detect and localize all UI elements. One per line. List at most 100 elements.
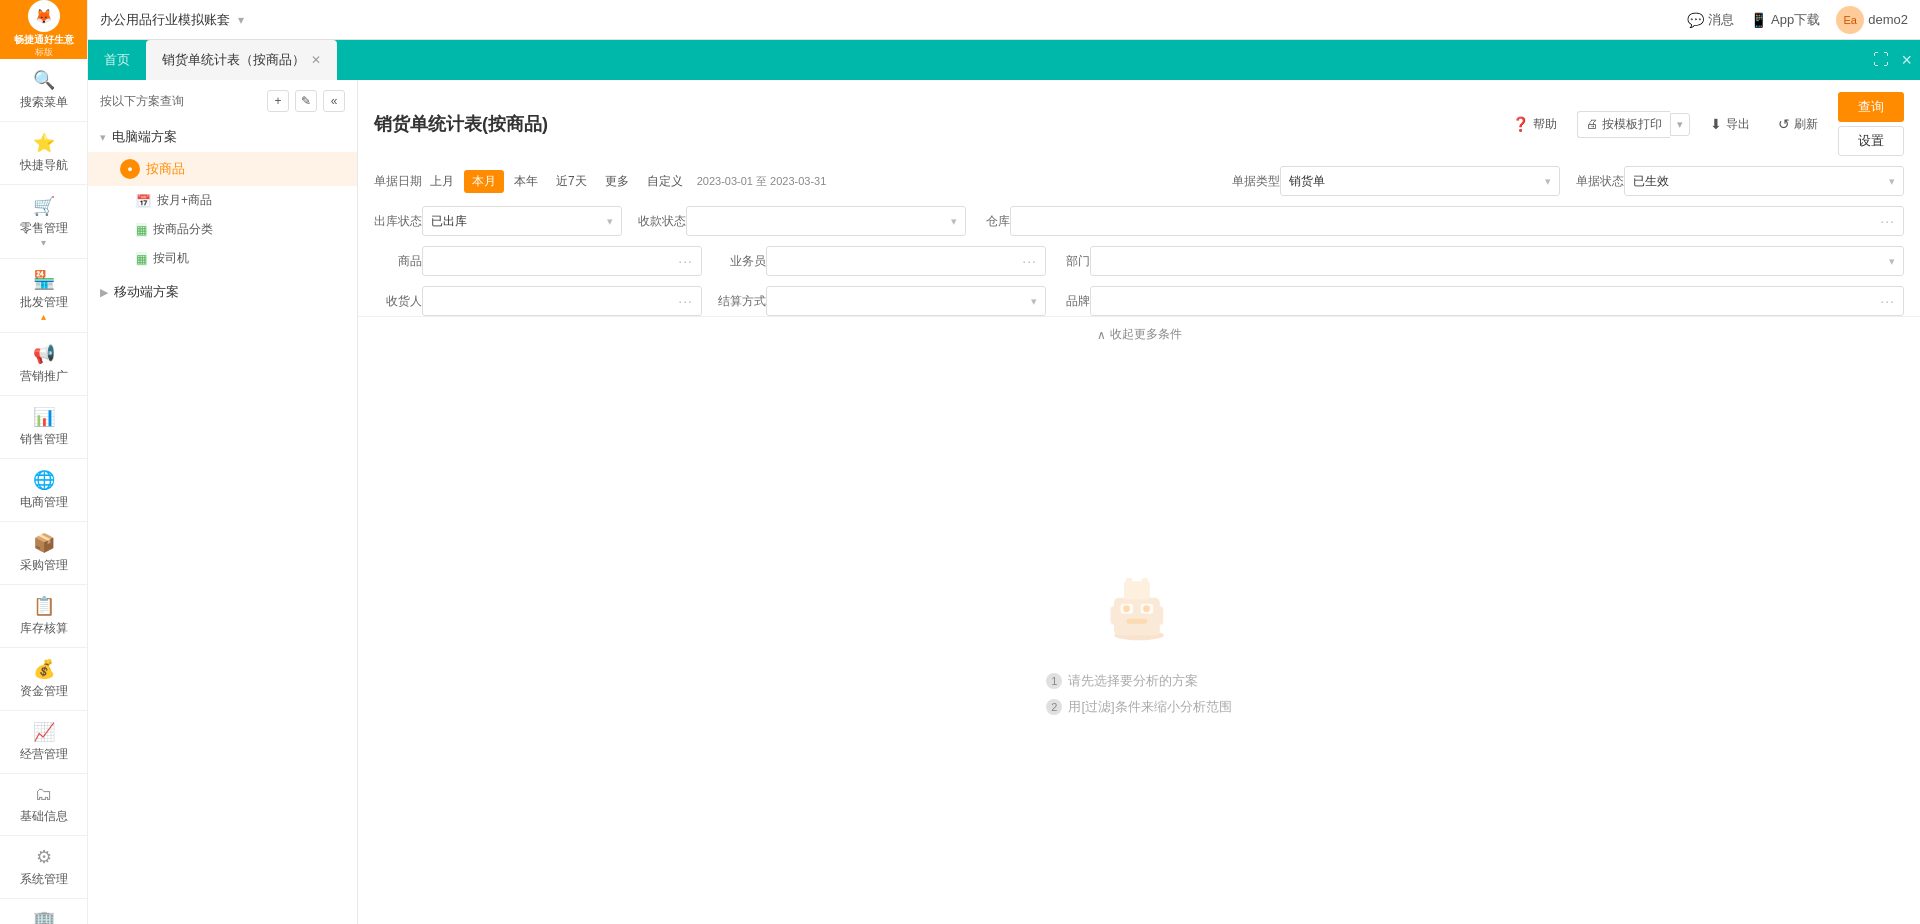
- basic-icon: 🗂: [35, 784, 53, 805]
- page-header: 销货单统计表(按商品) ❓ 帮助 🖨 按模板打印 ▾ ⬇: [358, 80, 1920, 156]
- collapse-btn[interactable]: ∧ 收起更多条件: [1085, 323, 1194, 346]
- sidebar-item-search-label: 搜索菜单: [20, 94, 68, 111]
- sidebar-item-inventory-label: 库存核算: [20, 620, 68, 637]
- date-tabs: 上月 本月 本年 近7天 更多 自定义 2023-03-01 至 2023-03…: [422, 170, 1224, 193]
- page-title: 销货单统计表(按商品): [374, 112, 548, 136]
- receiver-label: 收货人: [374, 293, 422, 310]
- tab-home[interactable]: 首页: [88, 40, 146, 80]
- doc-status-select[interactable]: 已生效 ▾: [1624, 166, 1904, 196]
- print-dropdown-arrow[interactable]: ▾: [1670, 113, 1690, 136]
- sidebar-item-ecommerce[interactable]: 🌐 电商管理: [0, 459, 88, 522]
- tab-close-icon[interactable]: ✕: [311, 53, 321, 67]
- sidebar: 🦊 畅捷通好生意 标版 🔍 搜索菜单 ⭐ 快捷导航 🛒 零售管理 ▾ 🏪 批发管…: [0, 0, 88, 924]
- payment-method-select[interactable]: ▾: [766, 286, 1046, 316]
- sidebar-item-basic-label: 基础信息: [20, 808, 68, 825]
- empty-illustration: [1089, 552, 1189, 652]
- sidebar-item-procurement[interactable]: 📦 采购管理: [0, 522, 88, 585]
- driver-icon: ▦: [136, 252, 147, 266]
- date-tab-7days[interactable]: 近7天: [548, 170, 595, 193]
- receiver-input[interactable]: ···: [422, 286, 702, 316]
- print-btn[interactable]: 🖨 按模板打印: [1577, 111, 1670, 138]
- receiver-dots: ···: [678, 293, 693, 309]
- left-panel-header: 按以下方案查询 + ✎ «: [88, 80, 357, 118]
- tab-maximize-btn[interactable]: ⛶: [1873, 51, 1889, 69]
- finance-icon: 💰: [33, 658, 55, 680]
- app-logo[interactable]: 🦊 畅捷通好生意 标版: [0, 0, 88, 59]
- date-label: 单据日期: [374, 173, 422, 190]
- date-tab-more[interactable]: 更多: [597, 170, 637, 193]
- doc-type-arrow: ▾: [1545, 175, 1551, 188]
- topbar-left: 办公用品行业模拟账套 ▾: [100, 11, 244, 29]
- right-panel: 销货单统计表(按商品) ❓ 帮助 🖨 按模板打印 ▾ ⬇: [358, 80, 1920, 924]
- goods-input[interactable]: ···: [422, 246, 702, 276]
- sidebar-item-wholesale[interactable]: 🏪 批发管理 ▴: [0, 259, 88, 333]
- collapse-bar: ∧ 收起更多条件: [358, 316, 1920, 352]
- pc-scheme-header[interactable]: ▾ 电脑端方案: [88, 122, 357, 152]
- brand-input[interactable]: ···: [1090, 286, 1904, 316]
- mobile-scheme-header[interactable]: ▶ 移动端方案: [88, 277, 357, 307]
- user-menu-btn[interactable]: Ea demo2: [1836, 6, 1908, 34]
- scheme-by-goods[interactable]: ● 按商品: [88, 152, 357, 186]
- scheme-by-driver[interactable]: ▦ 按司机: [88, 244, 357, 273]
- collapse-label: 收起更多条件: [1110, 326, 1182, 343]
- empty-tips: 1 请先选择要分析的方案 2 用[过滤]条件来缩小分析范围: [1046, 672, 1231, 724]
- out-status-value: 已出库: [431, 213, 467, 230]
- dept-select[interactable]: ▾: [1090, 246, 1904, 276]
- collapse-panel-btn[interactable]: «: [323, 90, 345, 112]
- salesperson-dots: ···: [1022, 253, 1037, 269]
- scheme-by-category[interactable]: ▦ 按商品分类: [88, 215, 357, 244]
- print-dropdown: 🖨 按模板打印 ▾: [1577, 111, 1690, 138]
- tip-2-text: 用[过滤]条件来缩小分析范围: [1068, 698, 1231, 716]
- edit-scheme-btn[interactable]: ✎: [295, 90, 317, 112]
- sidebar-item-basic[interactable]: 🗂 基础信息: [0, 774, 88, 836]
- scheme-by-month-goods[interactable]: 📅 按月+商品: [88, 186, 357, 215]
- system-icon: ⚙: [36, 846, 52, 868]
- print-icon: 🖨: [1586, 117, 1598, 131]
- goods-filter-row: 商品 ··· 业务员 ··· 部门 ▾: [374, 246, 1904, 276]
- date-tab-last-month[interactable]: 上月: [422, 170, 462, 193]
- out-status-select[interactable]: 已出库 ▾: [422, 206, 622, 236]
- add-scheme-btn[interactable]: +: [267, 90, 289, 112]
- sidebar-item-wholesale-label: 批发管理: [20, 294, 68, 311]
- scheme-goods-icon: ●: [120, 159, 140, 179]
- payment-status-select[interactable]: ▾: [686, 206, 966, 236]
- sidebar-item-system[interactable]: ⚙ 系统管理: [0, 836, 88, 899]
- sidebar-item-marketing[interactable]: 📢 营销推广: [0, 333, 88, 396]
- export-btn[interactable]: ⬇ 导出: [1702, 112, 1758, 137]
- sidebar-item-retail-label: 零售管理: [20, 220, 68, 237]
- tab-home-label: 首页: [104, 51, 130, 69]
- ecommerce-icon: 🌐: [33, 469, 55, 491]
- goods-dots: ···: [678, 253, 693, 269]
- date-tab-custom[interactable]: 自定义: [639, 170, 691, 193]
- download-icon: 📱: [1750, 12, 1767, 28]
- settings-btn[interactable]: 设置: [1838, 126, 1904, 156]
- scheme-goods-label: 按商品: [146, 160, 185, 178]
- date-tab-this-month[interactable]: 本月: [464, 170, 504, 193]
- sidebar-item-sales[interactable]: 📊 销售管理: [0, 396, 88, 459]
- sidebar-item-quicknav[interactable]: ⭐ 快捷导航: [0, 122, 88, 185]
- sidebar-item-operations-label: 经营管理: [20, 746, 68, 763]
- sidebar-item-inventory[interactable]: 📋 库存核算: [0, 585, 88, 648]
- sidebar-item-enterprise[interactable]: 🏢 企业协同: [0, 899, 88, 924]
- refresh-btn[interactable]: ↺ 刷新: [1770, 112, 1826, 137]
- date-tab-this-year[interactable]: 本年: [506, 170, 546, 193]
- salesperson-input[interactable]: ···: [766, 246, 1046, 276]
- close-tab-btn[interactable]: ×: [1901, 50, 1912, 71]
- sidebar-item-retail[interactable]: 🛒 零售管理 ▾: [0, 185, 88, 259]
- warehouse-input[interactable]: ···: [1010, 206, 1904, 236]
- message-btn[interactable]: 💬 消息: [1687, 11, 1734, 29]
- app-download-btn[interactable]: 📱 App下载: [1750, 11, 1820, 29]
- tab-sales-report[interactable]: 销货单统计表（按商品） ✕: [146, 40, 337, 80]
- brand-label: 品牌: [1054, 293, 1090, 310]
- tip-num-1: 1: [1046, 673, 1062, 689]
- sidebar-item-finance[interactable]: 💰 资金管理: [0, 648, 88, 711]
- sidebar-item-operations[interactable]: 📈 经营管理: [0, 711, 88, 774]
- help-btn[interactable]: ❓ 帮助: [1504, 112, 1565, 137]
- empty-tip-2: 2 用[过滤]条件来缩小分析范围: [1046, 698, 1231, 716]
- warehouse-label: 仓库: [974, 213, 1010, 230]
- sidebar-item-search[interactable]: 🔍 搜索菜单: [0, 59, 88, 122]
- status-filter-row: 出库状态 已出库 ▾ 收款状态 ▾ 仓库 ···: [374, 206, 1904, 236]
- query-btn[interactable]: 查询: [1838, 92, 1904, 122]
- doc-type-select[interactable]: 销货单 ▾: [1280, 166, 1560, 196]
- workspace-dropdown-icon[interactable]: ▾: [238, 13, 244, 27]
